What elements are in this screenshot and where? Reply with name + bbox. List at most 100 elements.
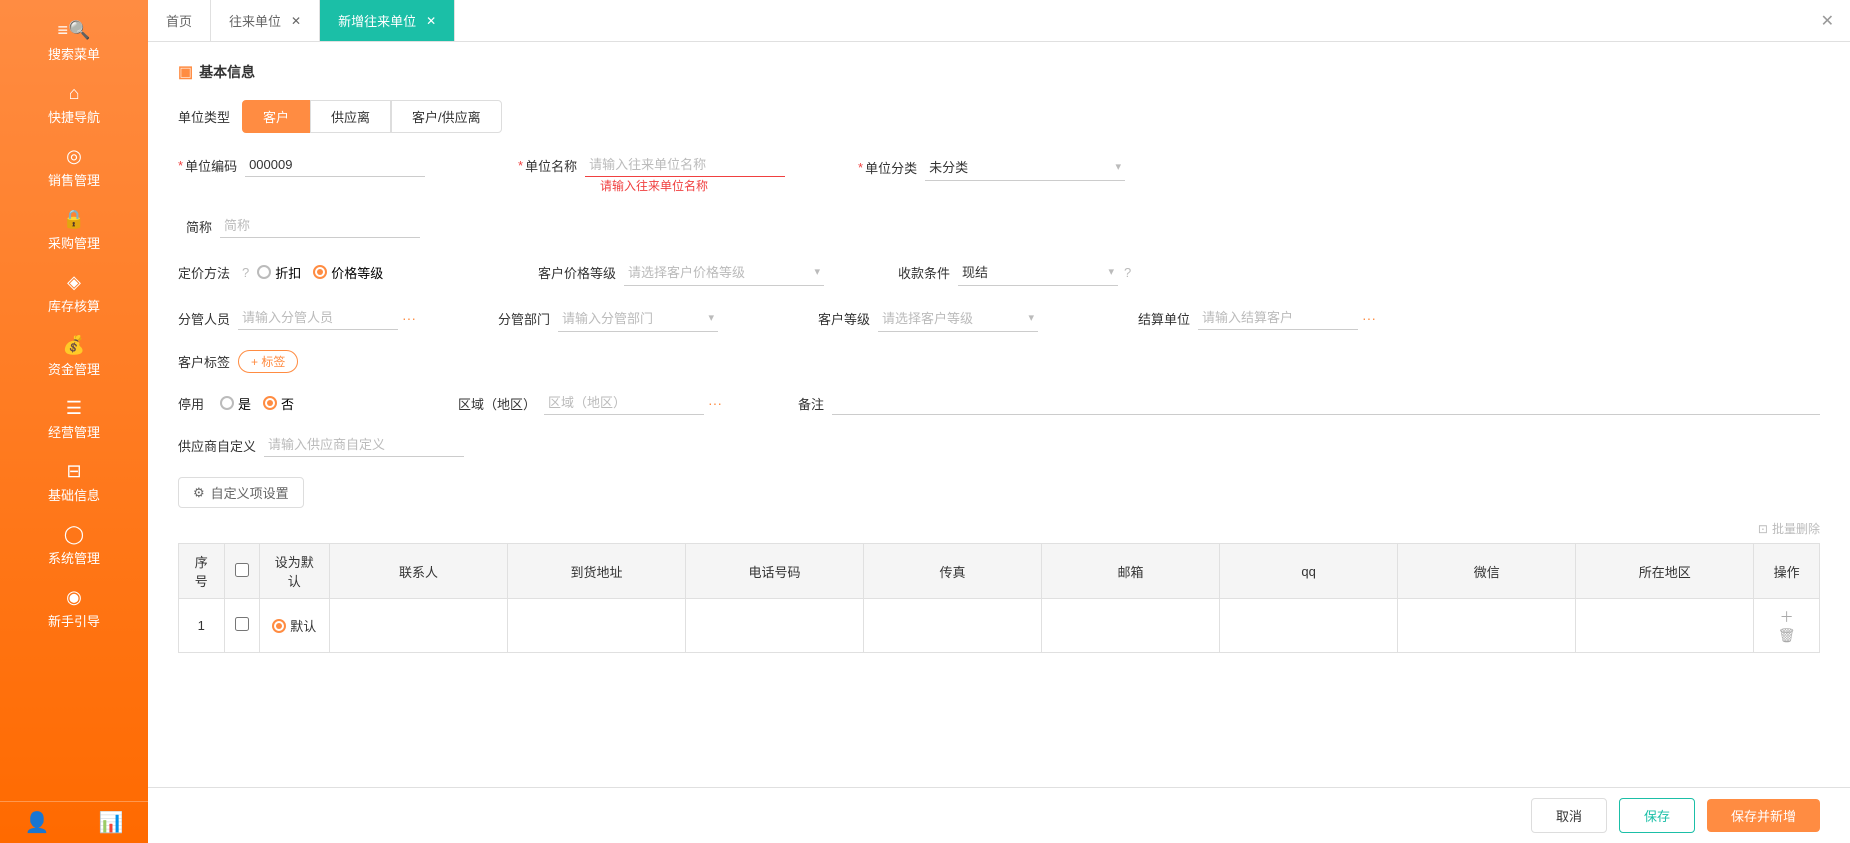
row-wechat[interactable] (1398, 599, 1576, 653)
search-icon: ≡🔍 (58, 20, 91, 41)
cancel-button[interactable]: 取消 (1531, 798, 1607, 833)
row-contact[interactable] (330, 599, 508, 653)
customer-level-select[interactable]: 请选择客户等级 ▾ (878, 304, 1038, 332)
unit-name-input[interactable] (585, 153, 785, 177)
manager-more-btn[interactable]: ··· (398, 310, 420, 326)
sidebar-item-search[interactable]: ≡🔍 搜索菜单 (0, 10, 148, 73)
save-new-button[interactable]: 保存并新增 (1707, 799, 1820, 832)
table-section: ⊡ 批量删除 序号 设为默认 联系人 到货地址 电话号码 传真 邮箱 qq (178, 520, 1820, 653)
department-select[interactable]: 请输入分管部门 ▾ (558, 304, 718, 332)
sidebar-item-inventory[interactable]: ◈ 库存核算 (0, 262, 148, 325)
unit-category-label: 单位分类 (865, 158, 917, 177)
unit-name-label: 单位名称 (525, 156, 577, 175)
region-input[interactable] (544, 391, 704, 415)
radio-no[interactable]: 否 (263, 394, 294, 413)
type-btn-supplier[interactable]: 供应离 (310, 100, 391, 133)
tab-partners[interactable]: 往来单位 ✕ (211, 0, 320, 41)
supplier-custom-label: 供应商自定义 (178, 436, 256, 455)
row-fax[interactable] (864, 599, 1042, 653)
content-area: ▣ 基本信息 单位类型 客户 供应离 客户/供应离 * 单位编码 (148, 42, 1850, 787)
customer-price-chevron: ▾ (814, 265, 820, 278)
col-default: 设为默认 (259, 544, 330, 599)
row-contact-input[interactable] (340, 618, 497, 633)
sidebar-item-basic-info[interactable]: ⊟ 基础信息 (0, 451, 148, 514)
sidebar-item-guide[interactable]: ◉ 新手引导 (0, 577, 148, 640)
row-address-input[interactable] (518, 618, 675, 633)
row-phone[interactable] (686, 599, 864, 653)
row-qq[interactable] (1220, 599, 1398, 653)
user-icon[interactable]: 👤 (25, 810, 50, 835)
tab-home[interactable]: 首页 (148, 0, 211, 41)
unit-type-group: 客户 供应离 客户/供应离 (242, 100, 502, 133)
col-qq: qq (1220, 544, 1398, 599)
settlement-unit-more-btn[interactable]: ··· (1358, 310, 1380, 326)
unit-category-select[interactable]: 未分类 ▾ (925, 153, 1125, 181)
remark-input[interactable] (832, 391, 1820, 415)
type-btn-both[interactable]: 客户/供应离 (391, 100, 502, 133)
row-default: 默认 (259, 599, 330, 653)
row-wechat-input[interactable] (1408, 618, 1565, 633)
tab-new-partner[interactable]: 新增往来单位 ✕ (320, 0, 455, 41)
sidebar-item-sales[interactable]: ◎ 销售管理 (0, 136, 148, 199)
region-more-btn[interactable]: ··· (704, 395, 726, 411)
pricing-method-label: 定价方法 (178, 263, 230, 282)
radio-price-level[interactable]: 价格等级 (313, 263, 383, 282)
type-btn-customer[interactable]: 客户 (242, 100, 310, 133)
manager-input[interactable] (238, 306, 398, 330)
sidebar-item-system[interactable]: ◯ 系统管理 (0, 514, 148, 577)
custom-settings-btn[interactable]: ⚙ 自定义项设置 (178, 477, 304, 508)
row-address[interactable] (508, 599, 686, 653)
notification-icon[interactable]: 📊 (99, 810, 124, 835)
row-email-input[interactable] (1052, 618, 1209, 633)
col-action: 操作 (1754, 544, 1820, 599)
department-label: 分管部门 (498, 309, 550, 328)
short-name-input[interactable] (220, 214, 420, 238)
unit-code-input[interactable] (245, 153, 425, 177)
basic-info-icon: ⊟ (66, 461, 81, 482)
pricing-help-icon[interactable]: ? (242, 265, 249, 280)
guide-icon: ◉ (66, 587, 82, 608)
row-fax-input[interactable] (874, 618, 1031, 633)
col-wechat: 微信 (1398, 544, 1576, 599)
radio-discount[interactable]: 折扣 (257, 263, 301, 282)
row-add-btn[interactable]: ＋ (1780, 609, 1794, 625)
settlement-unit-input[interactable] (1198, 306, 1358, 330)
batch-delete-btn[interactable]: ⊡ 批量删除 (1758, 520, 1820, 537)
row-email[interactable] (1042, 599, 1220, 653)
customer-price-level-select[interactable]: 请选择客户价格等级 ▾ (624, 258, 824, 286)
main-area: 首页 往来单位 ✕ 新增往来单位 ✕ ✕ ▣ 基本信息 单位类型 客户 供应离 … (148, 0, 1850, 843)
payment-terms-label: 收款条件 (898, 263, 950, 282)
unit-name-error: 请输入往来单位名称 (600, 179, 708, 193)
row-delete-btn[interactable]: 🗑 (1778, 627, 1796, 643)
tab-partners-close[interactable]: ✕ (291, 14, 301, 28)
supplier-custom-input[interactable] (264, 433, 464, 457)
row-qq-input[interactable] (1230, 618, 1387, 633)
sidebar-item-quick-nav[interactable]: ⌂ 快捷导航 (0, 73, 148, 136)
tab-new-partner-close[interactable]: ✕ (426, 14, 436, 28)
sidebar-item-operations[interactable]: ☰ 经营管理 (0, 388, 148, 451)
unit-category-chevron: ▾ (1116, 160, 1122, 173)
save-button[interactable]: 保存 (1619, 798, 1695, 833)
row-checkbox[interactable] (235, 617, 249, 631)
batch-delete-icon: ⊡ (1758, 522, 1768, 536)
finance-icon: 💰 (63, 335, 85, 356)
contacts-table: 序号 设为默认 联系人 到货地址 电话号码 传真 邮箱 qq 微信 所在地区 操… (178, 543, 1820, 653)
row-region-input[interactable] (1586, 618, 1743, 633)
payment-help-icon[interactable]: ? (1124, 265, 1131, 280)
footer: 取消 保存 保存并新增 (148, 787, 1850, 843)
sidebar-item-finance[interactable]: 💰 资金管理 (0, 325, 148, 388)
col-address: 到货地址 (508, 544, 686, 599)
sidebar-item-purchase[interactable]: 🔒 采购管理 (0, 199, 148, 262)
section-title: ▣ 基本信息 (178, 62, 1820, 82)
payment-terms-select[interactable]: 现结 ▾ (958, 258, 1118, 286)
row-phone-input[interactable] (696, 618, 853, 633)
pricing-radio-group: 折扣 价格等级 (257, 263, 383, 282)
radio-yes[interactable]: 是 (220, 394, 251, 413)
add-tag-btn[interactable]: + 标签 (238, 350, 298, 373)
window-close-btn[interactable]: ✕ (1805, 11, 1850, 31)
row-region[interactable] (1576, 599, 1754, 653)
col-phone: 电话号码 (686, 544, 864, 599)
row-check (224, 599, 259, 653)
row-default-radio[interactable]: 默认 (270, 616, 320, 635)
select-all-checkbox[interactable] (235, 563, 249, 577)
